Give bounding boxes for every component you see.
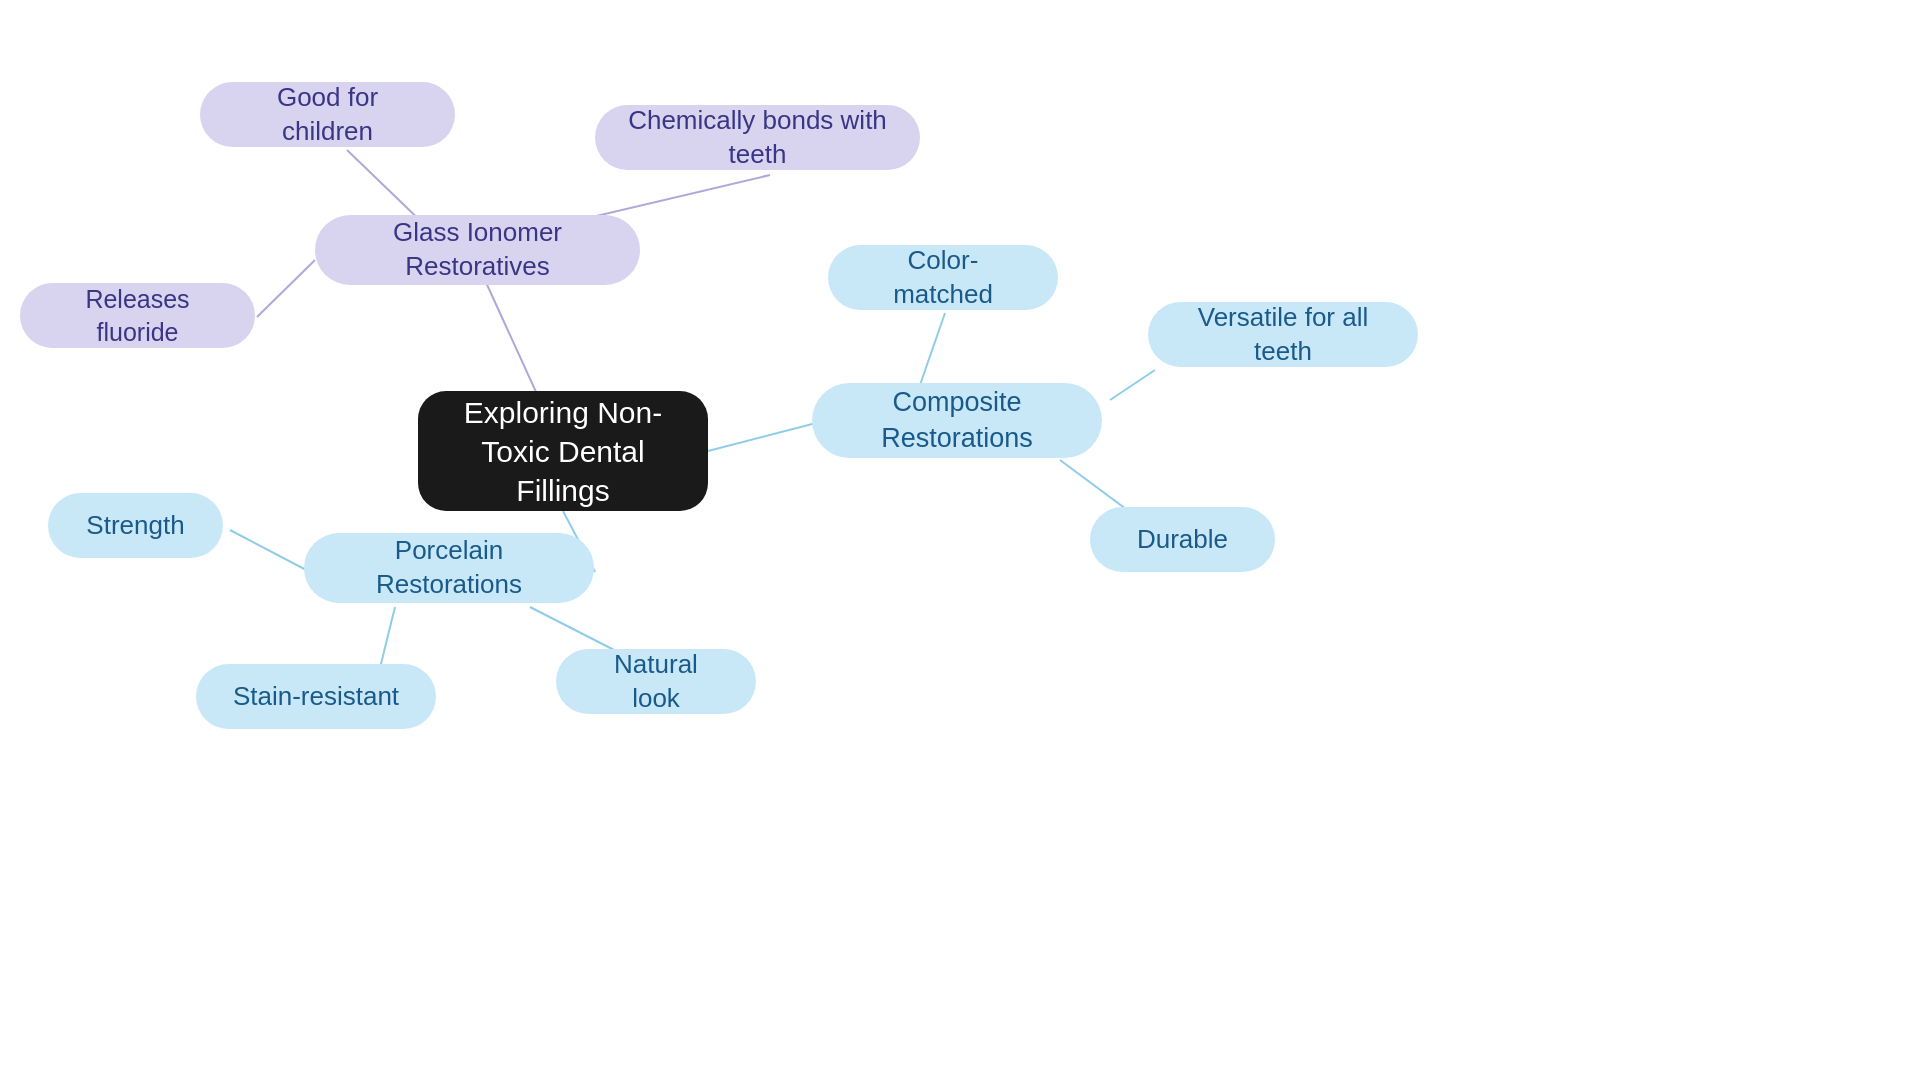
composite-restorations-node: Composite Restorations <box>812 383 1102 458</box>
releases-fluoride-label: Releases fluoride <box>52 283 223 348</box>
composite-restorations-label: Composite Restorations <box>844 385 1070 455</box>
glass-ionomer-node: Glass Ionomer Restoratives <box>315 215 640 285</box>
porcelain-restorations-node: Porcelain Restorations <box>304 533 594 603</box>
svg-line-6 <box>1110 370 1155 400</box>
versatile-node: Versatile for all teeth <box>1148 302 1418 367</box>
chemically-bonds-label: Chemically bonds with teeth <box>627 104 888 172</box>
durable-node: Durable <box>1090 507 1275 572</box>
releases-fluoride-node: Releases fluoride <box>20 283 255 348</box>
stain-resistant-label: Stain-resistant <box>233 680 399 714</box>
natural-look-node: Natural look <box>556 649 756 714</box>
strength-node: Strength <box>48 493 223 558</box>
porcelain-restorations-label: Porcelain Restorations <box>336 534 562 602</box>
svg-line-7 <box>1060 460 1130 512</box>
svg-line-3 <box>257 260 315 317</box>
svg-line-10 <box>380 607 395 668</box>
center-node-label: Exploring Non-Toxic Dental Fillings <box>446 393 680 510</box>
svg-line-4 <box>708 422 820 451</box>
stain-resistant-node: Stain-resistant <box>196 664 436 729</box>
svg-line-11 <box>530 607 620 653</box>
center-node: Exploring Non-Toxic Dental Fillings <box>418 391 708 511</box>
svg-line-9 <box>230 530 310 572</box>
natural-look-label: Natural look <box>588 648 724 716</box>
chemically-bonds-node: Chemically bonds with teeth <box>595 105 920 170</box>
durable-label: Durable <box>1137 523 1228 557</box>
strength-label: Strength <box>86 509 184 543</box>
good-for-children-node: Good for children <box>200 82 455 147</box>
color-matched-label: Color-matched <box>860 244 1026 312</box>
glass-ionomer-label: Glass Ionomer Restoratives <box>347 216 608 284</box>
color-matched-node: Color-matched <box>828 245 1058 310</box>
versatile-label: Versatile for all teeth <box>1180 301 1386 369</box>
svg-line-5 <box>920 313 945 385</box>
good-for-children-label: Good for children <box>232 81 423 149</box>
